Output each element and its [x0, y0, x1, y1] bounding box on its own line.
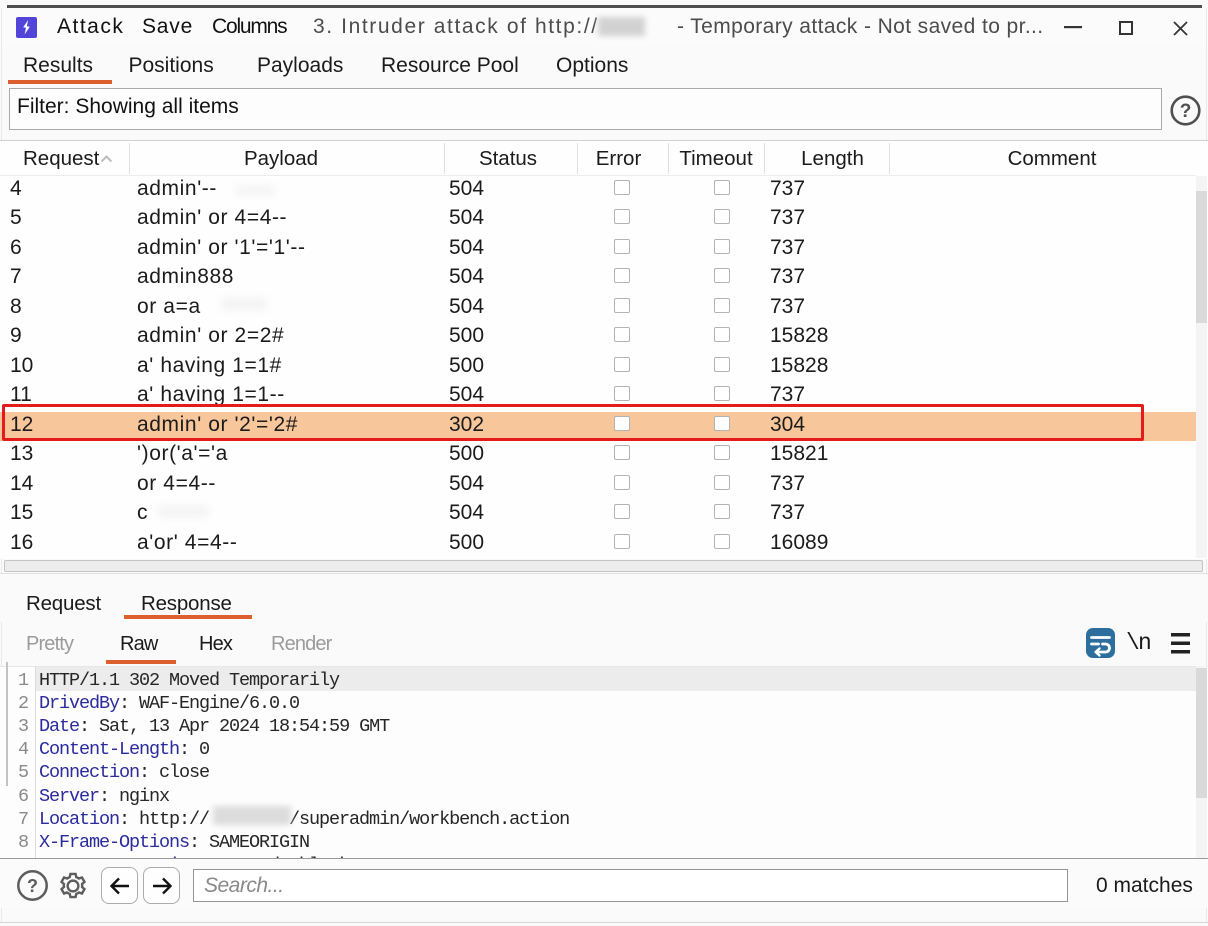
svg-text:?: ?: [27, 876, 38, 896]
svg-text:?: ?: [1180, 101, 1192, 122]
